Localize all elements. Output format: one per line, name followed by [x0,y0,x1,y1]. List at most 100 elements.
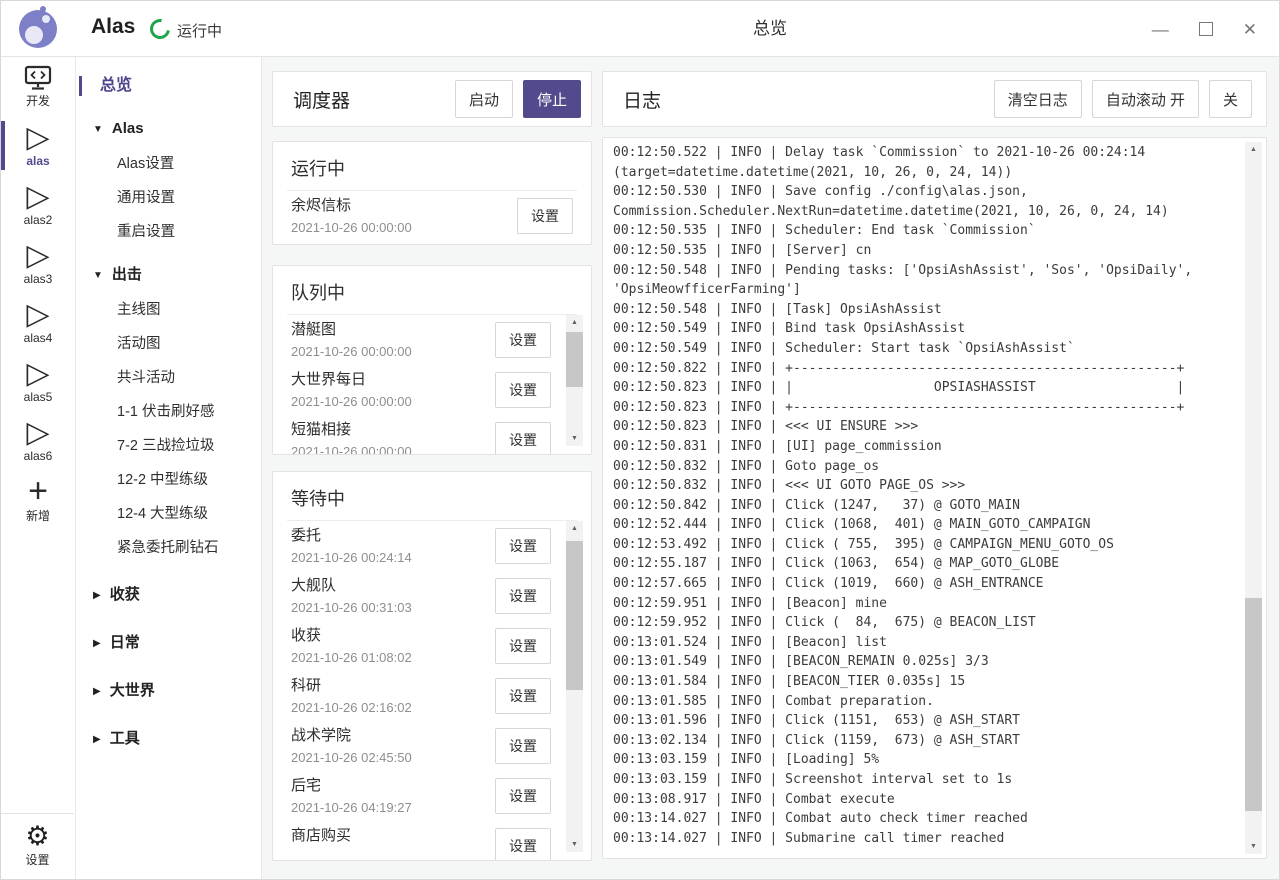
waiting-title: 等待中 [273,472,591,520]
maximize-icon[interactable] [1199,22,1213,36]
menu-item[interactable]: 通用设置 [76,181,261,215]
menu-item[interactable]: 重启设置 [76,215,261,249]
menu-item[interactable]: ▶日常 [76,625,261,661]
running-task-list: 余烬信标2021-10-26 00:00:00设置 [273,191,591,241]
task-setting-button[interactable]: 设置 [495,578,551,614]
autoscroll-toggle-button[interactable]: 自动滚动 开 [1092,80,1199,118]
rail-item-alas2[interactable]: ▷alas2 [1,175,75,234]
menu-item-label: 通用设置 [117,190,175,206]
close-icon[interactable]: ✕ [1243,21,1257,38]
task-setting-button[interactable]: 设置 [495,728,551,764]
queued-scrollbar[interactable]: ▲ ▼ [566,315,583,446]
task-setting-button[interactable]: 设置 [517,198,573,234]
scroll-down-icon[interactable]: ▼ [566,431,583,446]
menu-item[interactable]: 共斗活动 [76,361,261,395]
menu-item[interactable]: 总览 [76,69,261,103]
rail-item-alas5[interactable]: ▷alas5 [1,352,75,411]
scroll-up-icon[interactable]: ▲ [566,521,583,536]
app-logo-icon [19,10,57,48]
log-line: 00:13:01.596 | INFO | Click (1151, 653) … [613,711,1239,731]
menu-item[interactable]: 12-2 中型练级 [76,463,261,497]
app-title: Alas [91,15,135,39]
task-row: 商店购买设置 [273,821,591,861]
rail-item-settings[interactable]: ⚙ 设置 [1,813,74,875]
log-line: 00:12:59.951 | INFO | [Beacon] mine [613,594,1239,614]
task-setting-button[interactable]: 设置 [495,322,551,358]
task-row: 大舰队2021-10-26 00:31:03设置 [273,571,591,621]
task-setting-button[interactable]: 设置 [495,372,551,408]
log-line: 00:12:50.831 | INFO | [UI] page_commissi… [613,437,1239,457]
menu-item[interactable]: 紧急委托刷钻石 [76,531,261,565]
menu-item[interactable]: 12-4 大型练级 [76,497,261,531]
log-line: 00:13:14.027 | INFO | Submarine call tim… [613,829,1239,849]
log-line: 00:12:50.832 | INFO | <<< UI GOTO PAGE_O… [613,476,1239,496]
task-row: 战术学院2021-10-26 02:45:50设置 [273,721,591,771]
menu-item-label: 活动图 [117,336,161,352]
log-line: 00:12:50.549 | INFO | Scheduler: Start t… [613,339,1239,359]
menu-item[interactable]: ▶收获 [76,577,261,613]
running-card: 运行中 余烬信标2021-10-26 00:00:00设置 [272,141,592,245]
chevron-down-icon: ▼ [93,258,103,294]
log-line: 00:12:50.535 | INFO | Scheduler: End tas… [613,221,1239,241]
start-button[interactable]: 启动 [455,80,513,118]
log-line: 00:12:50.823 | INFO | <<< UI ENSURE >>> [613,417,1239,437]
log-line: 00:12:50.530 | INFO | Save config ./conf… [613,182,1239,221]
log-line: 00:12:50.535 | INFO | [Server] cn [613,241,1239,261]
menu-item[interactable]: ▶ 大世界 [76,673,261,709]
menu-item[interactable]: ▼出击 [76,257,261,293]
play-icon: ▷ [26,418,49,448]
task-setting-button[interactable]: 设置 [495,678,551,714]
menu-item[interactable]: 7-2 三战捡垃圾 [76,429,261,463]
rail-item-dev[interactable]: 开发 [1,57,75,116]
titlebar: Alas 运行中 总览 — ✕ [1,1,1279,57]
scroll-down-icon[interactable]: ▼ [1245,839,1262,854]
log-line: 00:13:14.027 | INFO | Combat auto check … [613,809,1239,829]
scroll-up-icon[interactable]: ▲ [566,315,583,330]
play-icon: ▷ [26,123,49,153]
log-off-button[interactable]: 关 [1209,80,1252,118]
task-setting-button[interactable]: 设置 [495,628,551,664]
scroll-down-icon[interactable]: ▼ [566,837,583,852]
log-line: 00:12:57.665 | INFO | Click (1019, 660) … [613,574,1239,594]
task-row: 收获2021-10-26 01:08:02设置 [273,621,591,671]
scheduler-status-text: 运行中 [177,20,222,41]
scroll-up-icon[interactable]: ▲ [1245,142,1262,157]
menu-item-label: Alas [112,120,144,137]
menu-item-label: 大世界 [110,682,155,699]
stop-button[interactable]: 停止 [523,80,581,118]
rail-item-alas4[interactable]: ▷alas4 [1,293,75,352]
log-line: 00:12:50.823 | INFO | +-----------------… [613,398,1239,418]
minimize-icon[interactable]: — [1152,21,1169,38]
play-icon: ▷ [26,182,49,212]
log-line: 00:12:50.522 | INFO | Delay task `Commis… [613,143,1239,182]
chevron-right-icon: ▶ [93,674,101,710]
rail-item-add[interactable]: + 新增 [1,470,75,529]
waiting-card: 等待中 委托2021-10-26 00:24:14设置大舰队2021-10-26… [272,471,592,861]
log-viewport[interactable]: 00:12:50.522 | INFO | Delay task `Commis… [613,143,1239,854]
task-setting-button[interactable]: 设置 [495,422,551,455]
waiting-scrollbar[interactable]: ▲ ▼ [566,521,583,852]
menu-item[interactable]: 1-1 伏击刷好感 [76,395,261,429]
chevron-right-icon: ▶ [93,626,101,662]
menu-item[interactable]: ▼Alas [76,111,261,147]
page-title: 总览 [261,1,1279,57]
log-scrollbar[interactable]: ▲ ▼ [1245,142,1262,854]
app-window: Alas 运行中 总览 — ✕ 开发 ▷alas▷alas2▷alas3▷ala… [0,0,1280,880]
menu-item[interactable]: 活动图 [76,327,261,361]
rail-item-label: 开发 [26,92,50,109]
menu-item[interactable]: ▶工具 [76,721,261,757]
scrollbar-thumb[interactable] [566,332,583,387]
log-title: 日志 [623,86,661,113]
scrollbar-thumb[interactable] [566,541,583,690]
task-setting-button[interactable]: 设置 [495,778,551,814]
menu-item[interactable]: 主线图 [76,293,261,327]
task-setting-button[interactable]: 设置 [495,528,551,564]
task-setting-button[interactable]: 设置 [495,828,551,861]
rail-item-alas3[interactable]: ▷alas3 [1,234,75,293]
menu-item[interactable]: Alas设置 [76,147,261,181]
clear-log-button[interactable]: 清空日志 [994,80,1082,118]
scrollbar-thumb[interactable] [1245,598,1262,812]
rail-item-alas6[interactable]: ▷alas6 [1,411,75,470]
rail-item-alas[interactable]: ▷alas [1,116,75,175]
window-controls: — ✕ [1152,1,1257,57]
